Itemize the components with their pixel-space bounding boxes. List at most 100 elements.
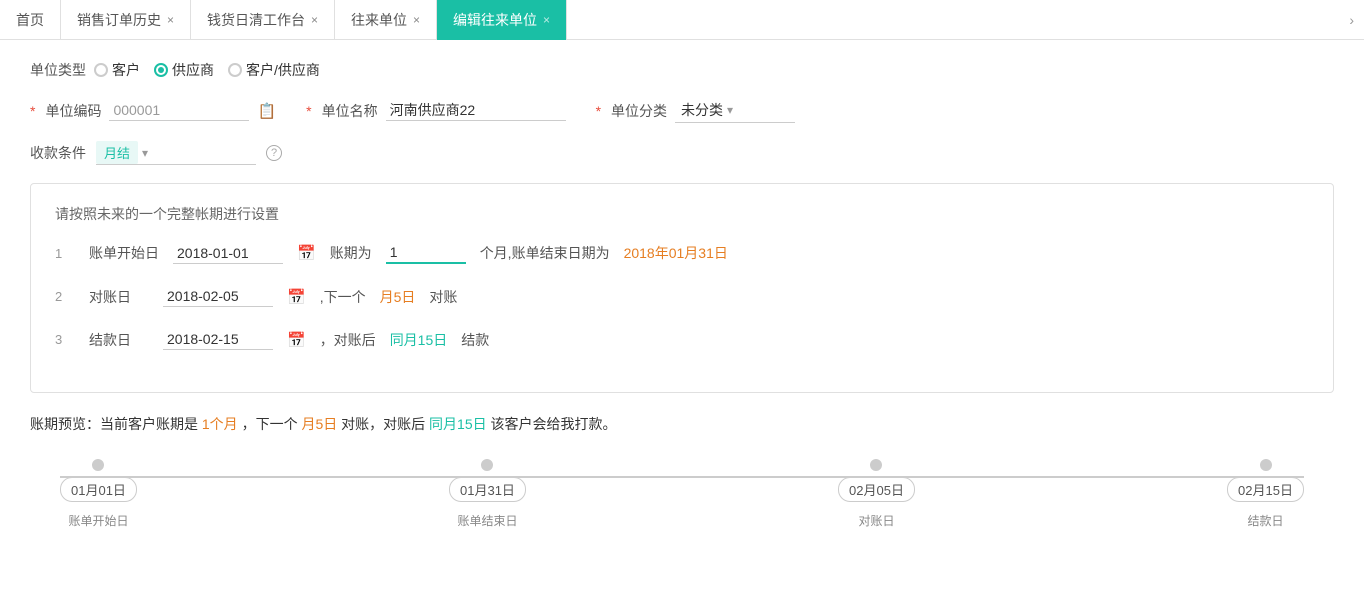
row-1-highlight-date: 2018年01月31日 bbox=[624, 243, 728, 263]
row-3-desc-pre: ，对账后 bbox=[320, 330, 376, 350]
tab-home[interactable]: 首页 bbox=[0, 0, 61, 40]
preview-mid2: 对账，对账后 bbox=[341, 416, 425, 432]
row-2-calendar[interactable]: 📅 bbox=[287, 288, 306, 306]
category-dropdown[interactable]: 未分类 ▾ bbox=[675, 98, 795, 123]
row-3-calendar[interactable]: 📅 bbox=[287, 331, 306, 349]
tab-cash-work-close[interactable]: × bbox=[311, 14, 318, 26]
tl-badge-3: 02月15日 bbox=[1227, 477, 1304, 502]
category-value: 未分类 bbox=[681, 100, 723, 120]
tl-item-0: 01月01日 账单开始日 bbox=[60, 459, 137, 529]
name-input[interactable] bbox=[386, 100, 566, 121]
payment-help-icon[interactable]: ? bbox=[266, 145, 282, 161]
tab-edit-unit-label: 编辑往来单位 bbox=[453, 10, 537, 30]
preview-suffix: 该客户会给我打款。 bbox=[491, 416, 617, 432]
tl-label-1: 账单结束日 bbox=[457, 512, 517, 529]
tab-sales-history[interactable]: 销售订单历史 × bbox=[61, 0, 191, 40]
preview-text: 账期预览：当前客户账期是 1个月 ，下一个 月5日 对账，对账后 同月15日 该… bbox=[30, 413, 1334, 435]
timeline-container: 01月01日 账单开始日 01月31日 账单结束日 02月05日 对账日 02月… bbox=[30, 459, 1334, 529]
unit-type-row: 单位类型 客户 供应商 客户/供应商 bbox=[30, 60, 1334, 80]
tl-badge-2: 02月05日 bbox=[838, 477, 915, 502]
preview-highlight3: 同月15日 bbox=[429, 416, 487, 432]
tl-label-3: 结款日 bbox=[1248, 512, 1284, 529]
tl-item-2: 02月05日 对账日 bbox=[838, 459, 915, 529]
name-required-star: * bbox=[306, 103, 311, 119]
row-3-highlight: 同月15日 bbox=[390, 330, 448, 350]
row-2-date[interactable] bbox=[163, 286, 273, 307]
config-row-2: 2 对账日 📅 ,下一个 月5日 对账 bbox=[55, 286, 1309, 307]
row-2-label: 对账日 bbox=[89, 287, 149, 307]
row-3-num: 3 bbox=[55, 332, 75, 347]
row-2-desc-post: 对账 bbox=[429, 287, 457, 307]
payment-arrow: ▾ bbox=[142, 146, 148, 160]
row-2-desc-pre: ,下一个 bbox=[320, 287, 366, 307]
tab-edit-unit[interactable]: 编辑往来单位 × bbox=[437, 0, 567, 40]
radio-customer-circle bbox=[94, 63, 108, 77]
row-2-num: 2 bbox=[55, 289, 75, 304]
months-input[interactable] bbox=[386, 242, 466, 264]
tab-home-label: 首页 bbox=[16, 10, 44, 30]
row-3-desc-post: 结款 bbox=[461, 330, 489, 350]
preview-highlight2: 月5日 bbox=[301, 416, 337, 432]
preview-prefix: 账期预览：当前客户账期是 bbox=[30, 416, 198, 432]
name-label: 单位名称 bbox=[322, 101, 378, 121]
unit-name-item: * 单位名称 bbox=[306, 100, 565, 121]
tl-item-3: 02月15日 结款日 bbox=[1227, 459, 1304, 529]
radio-customer[interactable]: 客户 bbox=[94, 60, 140, 80]
tl-dot-1 bbox=[481, 459, 493, 471]
unit-type-item: 单位类型 客户 供应商 客户/供应商 bbox=[30, 60, 320, 80]
tab-sales-history-label: 销售订单历史 bbox=[77, 10, 161, 30]
row-3-date[interactable] bbox=[163, 329, 273, 350]
tab-edit-unit-close[interactable]: × bbox=[543, 14, 550, 26]
tab-unit-list-close[interactable]: × bbox=[413, 14, 420, 26]
tl-dot-0 bbox=[92, 459, 104, 471]
tab-cash-work[interactable]: 钱货日清工作台 × bbox=[191, 0, 335, 40]
category-arrow: ▾ bbox=[727, 103, 733, 117]
preview-highlight1: 1个月 bbox=[202, 416, 238, 432]
radio-customer-label: 客户 bbox=[112, 60, 140, 80]
category-required-star: * bbox=[596, 103, 601, 119]
page-content: 单位类型 客户 供应商 客户/供应商 * 单位编码 bbox=[0, 40, 1364, 608]
row-1-label: 账单开始日 bbox=[89, 243, 159, 263]
preview-mid1: ，下一个 bbox=[242, 416, 298, 432]
tl-badge-0: 01月01日 bbox=[60, 477, 137, 502]
row-2-highlight: 月5日 bbox=[380, 287, 416, 307]
row-1-desc-post: 个月,账单结束日期为 bbox=[480, 243, 610, 263]
code-calendar-icon[interactable]: 📋 bbox=[257, 102, 276, 120]
row-3-label: 结款日 bbox=[89, 330, 149, 350]
tab-sales-history-close[interactable]: × bbox=[167, 14, 174, 26]
row-1-desc-pre: 账期为 bbox=[330, 243, 372, 263]
tl-item-1: 01月31日 账单结束日 bbox=[449, 459, 526, 529]
code-label: 单位编码 bbox=[45, 101, 101, 121]
code-required-star: * bbox=[30, 103, 35, 119]
radio-both[interactable]: 客户/供应商 bbox=[228, 60, 320, 80]
unit-info-row: * 单位编码 📋 * 单位名称 * 单位分类 未分类 ▾ bbox=[30, 98, 1334, 123]
tab-cash-work-label: 钱货日清工作台 bbox=[207, 10, 305, 30]
radio-both-label: 客户/供应商 bbox=[246, 60, 320, 80]
row-1-calendar[interactable]: 📅 bbox=[297, 244, 316, 262]
timeline-points: 01月01日 账单开始日 01月31日 账单结束日 02月05日 对账日 02月… bbox=[60, 459, 1304, 529]
radio-supplier-label: 供应商 bbox=[172, 60, 214, 80]
unit-code-item: * 单位编码 📋 bbox=[30, 100, 276, 121]
tl-dot-2 bbox=[870, 459, 882, 471]
section-hint: 请按照未来的一个完整帐期进行设置 bbox=[55, 204, 1309, 224]
tl-label-0: 账单开始日 bbox=[68, 512, 128, 529]
radio-both-circle bbox=[228, 63, 242, 77]
radio-supplier[interactable]: 供应商 bbox=[154, 60, 214, 80]
tl-badge-1: 01月31日 bbox=[449, 477, 526, 502]
tab-unit-list-label: 往来单位 bbox=[351, 10, 407, 30]
tabs-bar: 首页 销售订单历史 × 钱货日清工作台 × 往来单位 × 编辑往来单位 × › bbox=[0, 0, 1364, 40]
section-box: 请按照未来的一个完整帐期进行设置 1 账单开始日 📅 账期为 个月,账单结束日期… bbox=[30, 183, 1334, 393]
payment-select[interactable]: 月结 ▾ bbox=[96, 141, 256, 165]
tab-unit-list[interactable]: 往来单位 × bbox=[335, 0, 437, 40]
row-1-num: 1 bbox=[55, 246, 75, 261]
payment-condition-row: 收款条件 月结 ▾ ? bbox=[30, 141, 1334, 165]
code-input[interactable] bbox=[109, 100, 249, 121]
tabs-scroll-arrow[interactable]: › bbox=[1339, 12, 1364, 28]
payment-tag: 月结 bbox=[96, 141, 138, 164]
config-row-3: 3 结款日 📅 ，对账后 同月15日 结款 bbox=[55, 329, 1309, 350]
category-label: 单位分类 bbox=[611, 101, 667, 121]
unit-type-radio-group: 客户 供应商 客户/供应商 bbox=[94, 60, 320, 80]
unit-category-item: * 单位分类 未分类 ▾ bbox=[596, 98, 795, 123]
tl-label-2: 对账日 bbox=[858, 512, 894, 529]
row-1-date[interactable] bbox=[173, 243, 283, 264]
